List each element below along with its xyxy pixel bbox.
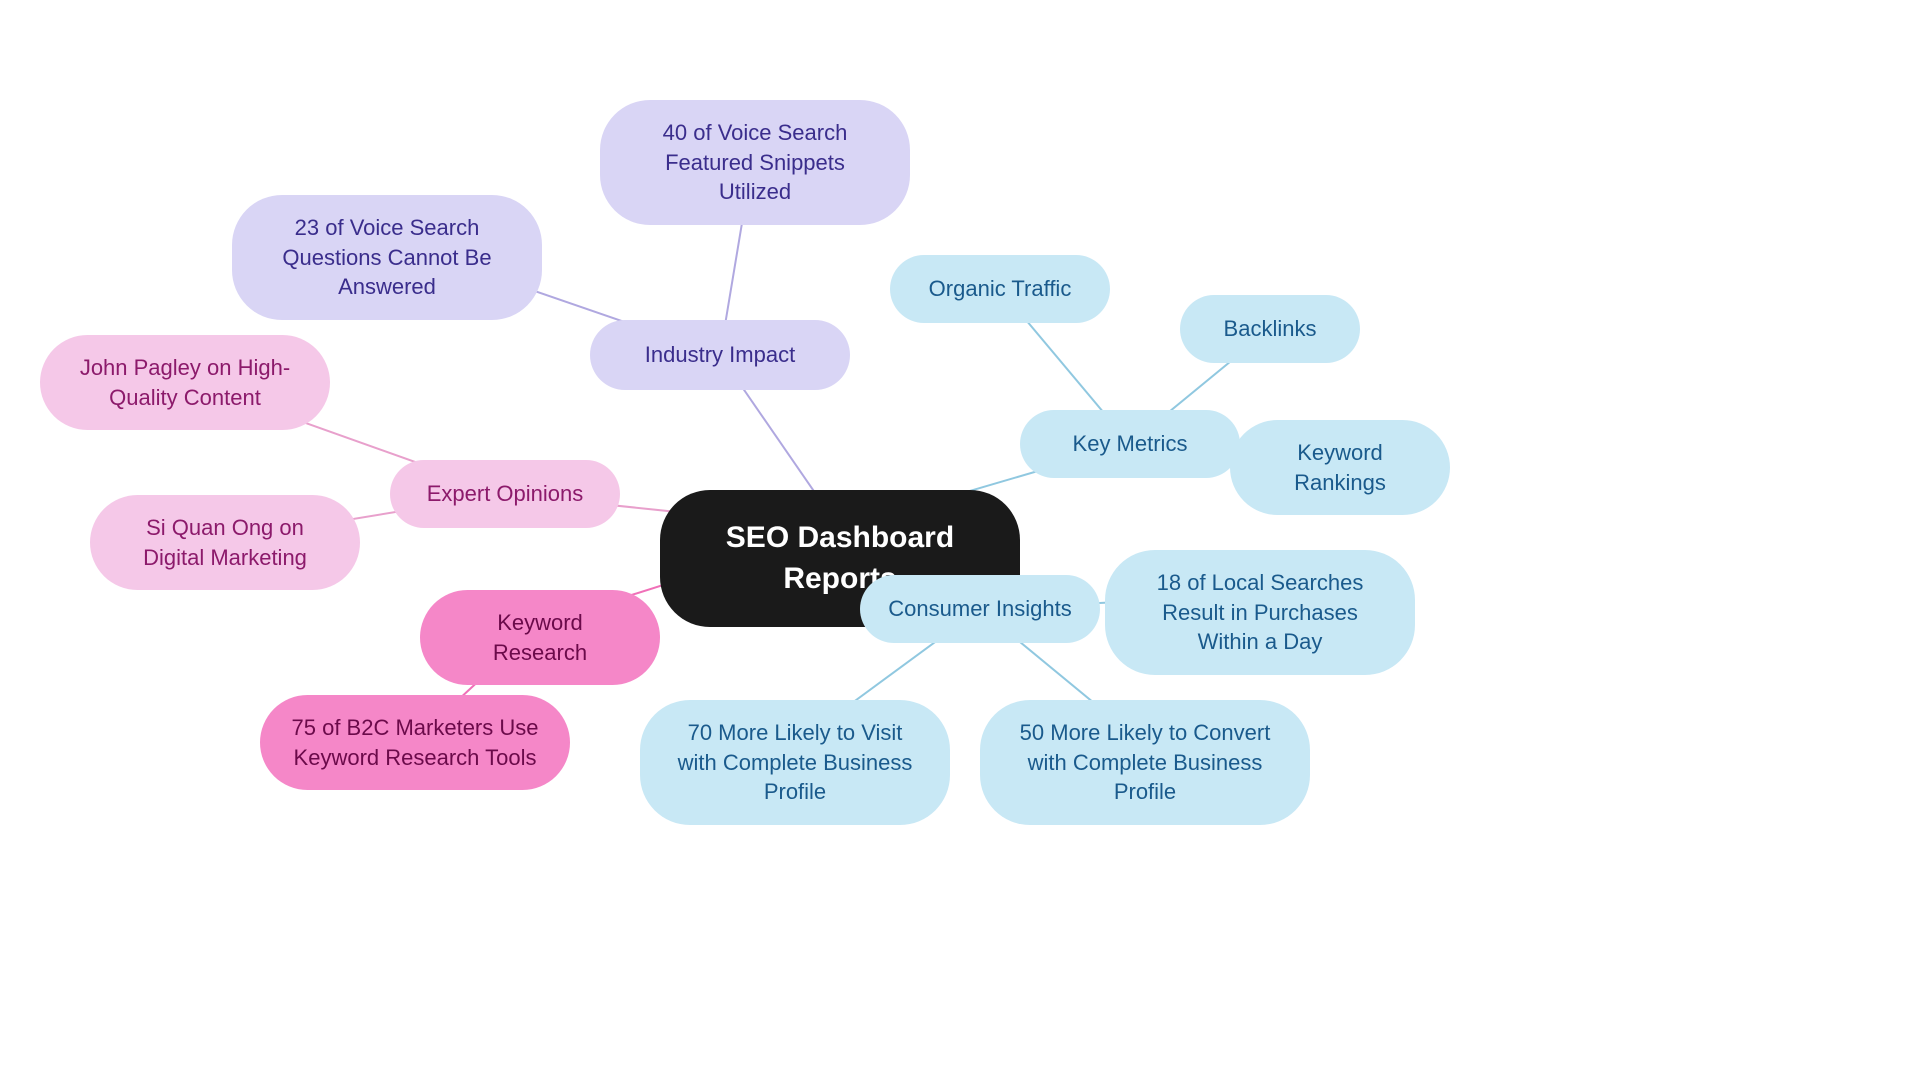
keyword-rankings: Keyword Rankings (1230, 420, 1450, 515)
local-searches: 18 of Local Searches Result in Purchases… (1105, 550, 1415, 675)
more-likely-visit: 70 More Likely to Visit with Complete Bu… (640, 700, 950, 825)
mind-map-canvas: SEO Dashboard ReportsIndustry Impact40 o… (0, 0, 1920, 1083)
consumer-insights: Consumer Insights (860, 575, 1100, 643)
b2c-marketers: 75 of B2C Marketers Use Keyword Research… (260, 695, 570, 790)
organic-traffic: Organic Traffic (890, 255, 1110, 323)
john-pagley: John Pagley on High-Quality Content (40, 335, 330, 430)
voice-search-questions: 23 of Voice Search Questions Cannot Be A… (232, 195, 542, 320)
more-likely-convert: 50 More Likely to Convert with Complete … (980, 700, 1310, 825)
voice-search-snippets: 40 of Voice Search Featured Snippets Uti… (600, 100, 910, 225)
key-metrics: Key Metrics (1020, 410, 1240, 478)
industry-impact: Industry Impact (590, 320, 850, 390)
expert-opinions: Expert Opinions (390, 460, 620, 528)
si-quan: Si Quan Ong on Digital Marketing (90, 495, 360, 590)
backlinks: Backlinks (1180, 295, 1360, 363)
keyword-research: Keyword Research (420, 590, 660, 685)
